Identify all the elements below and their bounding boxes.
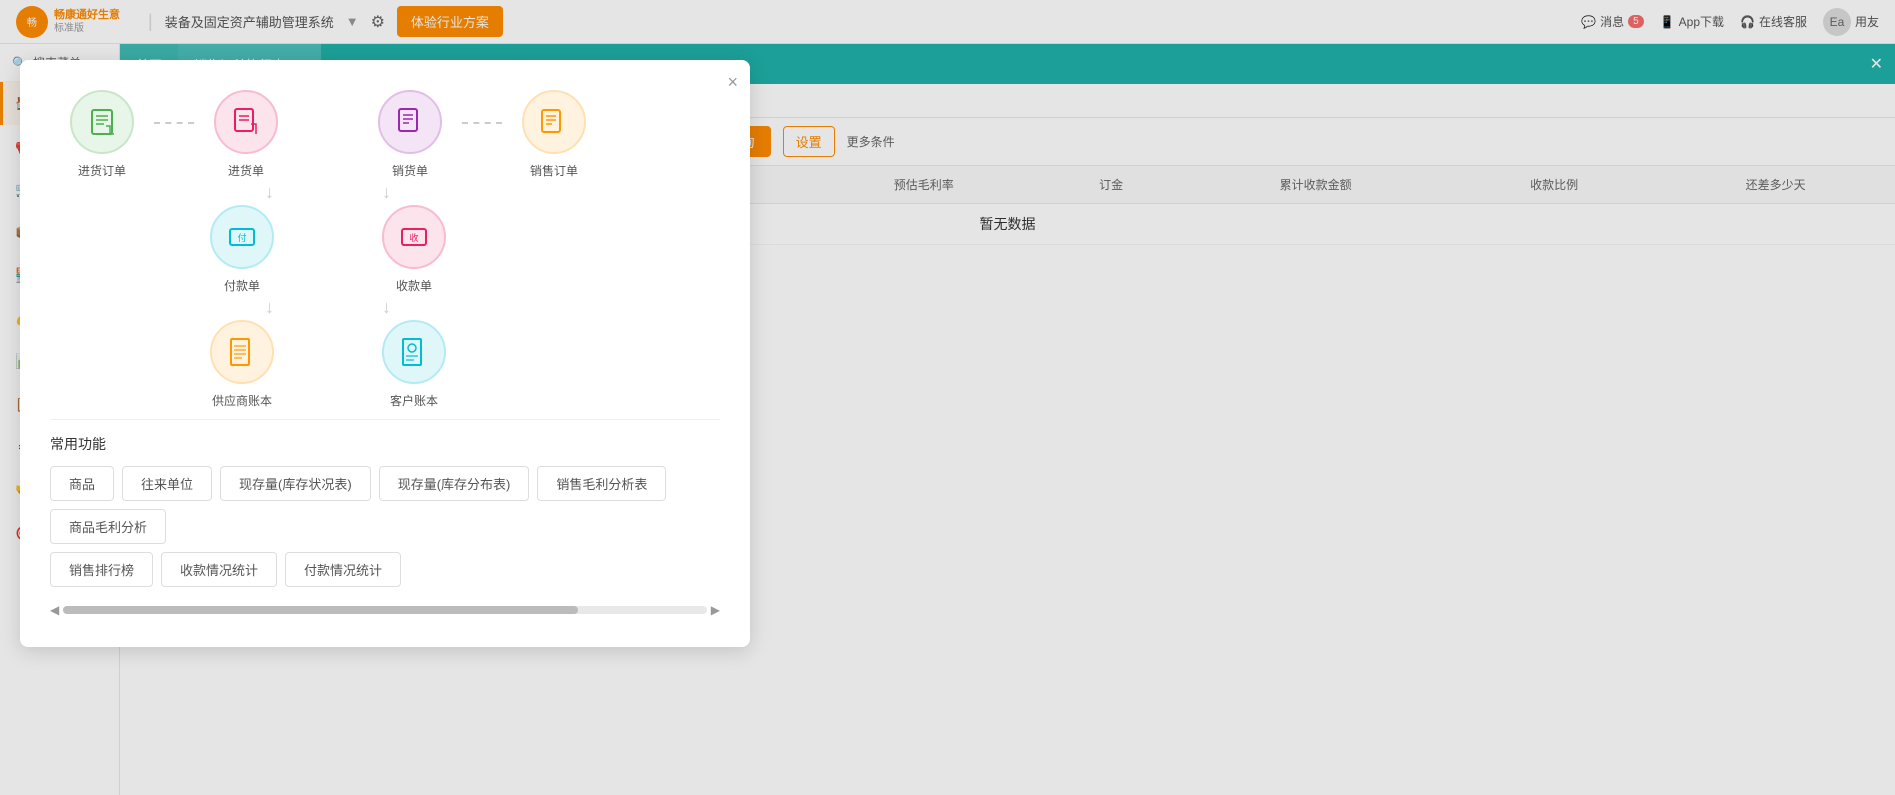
flow-node-receipt[interactable]: 收 收款单 [382,205,446,294]
flow-node-supplier-ledger[interactable]: 供应商账本 [210,320,274,409]
popup-close-btn[interactable]: × [727,72,738,93]
flow-node-payment[interactable]: 付 付款单 [210,205,274,294]
func-btn-partner[interactable]: 往来单位 [122,466,212,501]
supplier-ledger-label: 供应商账本 [212,392,272,409]
flow-node-customer-ledger[interactable]: 客户账本 [382,320,446,409]
flow-node-purchase-order[interactable]: 进货订单 [120,90,134,179]
scrollbar-thumb [120,606,578,614]
popup-scrollbar: ◀ ▶ [120,603,720,617]
sales-bill-circle [378,90,442,154]
func-btn-stock-dist[interactable]: 现存量(库存分布表) [379,466,530,501]
scrollbar-track[interactable] [120,606,707,614]
sales-order-label: 销售订单 [530,162,578,179]
purchase-bill-label: 进货单 [228,162,264,179]
arrow-h2 [462,122,502,124]
app-container: 畅 畅康通好生意 标准版 | 装备及固定资产辅助管理系统 ▼ ⚙ 体验行业方案 … [0,0,1895,795]
flow-node-sales-order[interactable]: 销售订单 [522,90,586,179]
purchase-bill-circle [214,90,278,154]
svg-text:收: 收 [409,232,418,243]
receipt-label: 收款单 [396,277,432,294]
receipt-circle: 收 [382,205,446,269]
purchase-order-label: 进货订单 [120,162,126,179]
customer-ledger-circle [382,320,446,384]
main-area: 🔍 搜索菜单 🏠 快捷导航 📢 营销推广 🛒 销售管理 📦 采购管理 🏪 [0,44,1895,795]
arrow-v4: ↓ [382,294,391,320]
supplier-ledger-circle [210,320,274,384]
func-btn-stock-status[interactable]: 现存量(库存状况表) [220,466,371,501]
flow-node-purchase-bill[interactable]: 进货单 [214,90,278,179]
sales-order-circle [522,90,586,154]
func-btn-product-profit[interactable]: 商品毛利分析 [120,509,166,544]
func-buttons-row2: 销售排行榜 收款情况统计 付款情况统计 [120,552,720,587]
svg-text:付: 付 [237,233,246,243]
func-btn-payment-stats[interactable]: 付款情况统计 [285,552,401,587]
func-btn-sales-profit[interactable]: 销售毛利分析表 [537,466,666,501]
customer-ledger-label: 客户账本 [390,392,438,409]
payment-circle: 付 [210,205,274,269]
func-btn-receipt-stats[interactable]: 收款情况统计 [161,552,277,587]
common-func-title: 常用功能 [120,434,720,454]
purchase-order-circle [120,90,134,154]
arrow-v3: ↓ [382,179,391,205]
arrow-v2: ↓ [265,294,274,320]
popup-card: × [120,60,750,647]
scroll-right-btn[interactable]: ▶ [711,603,720,617]
func-buttons-container: 商品 往来单位 现存量(库存状况表) 现存量(库存分布表) 销售毛利分析表 商品… [120,466,720,544]
func-btn-sales-rank[interactable]: 销售排行榜 [120,552,153,587]
arrow-h1 [154,122,194,124]
flow-node-sales-bill[interactable]: 销货单 [378,90,442,179]
content-area: 首页 销售订单执行表 ✕ ✕ ❓ 帮助 🖨 按模板打印 ▼ [120,44,1895,795]
sales-bill-label: 销货单 [392,162,428,179]
popup-overlay[interactable]: × [120,44,1895,795]
arrow-v1: ↓ [265,179,274,205]
payment-label: 付款单 [224,277,260,294]
